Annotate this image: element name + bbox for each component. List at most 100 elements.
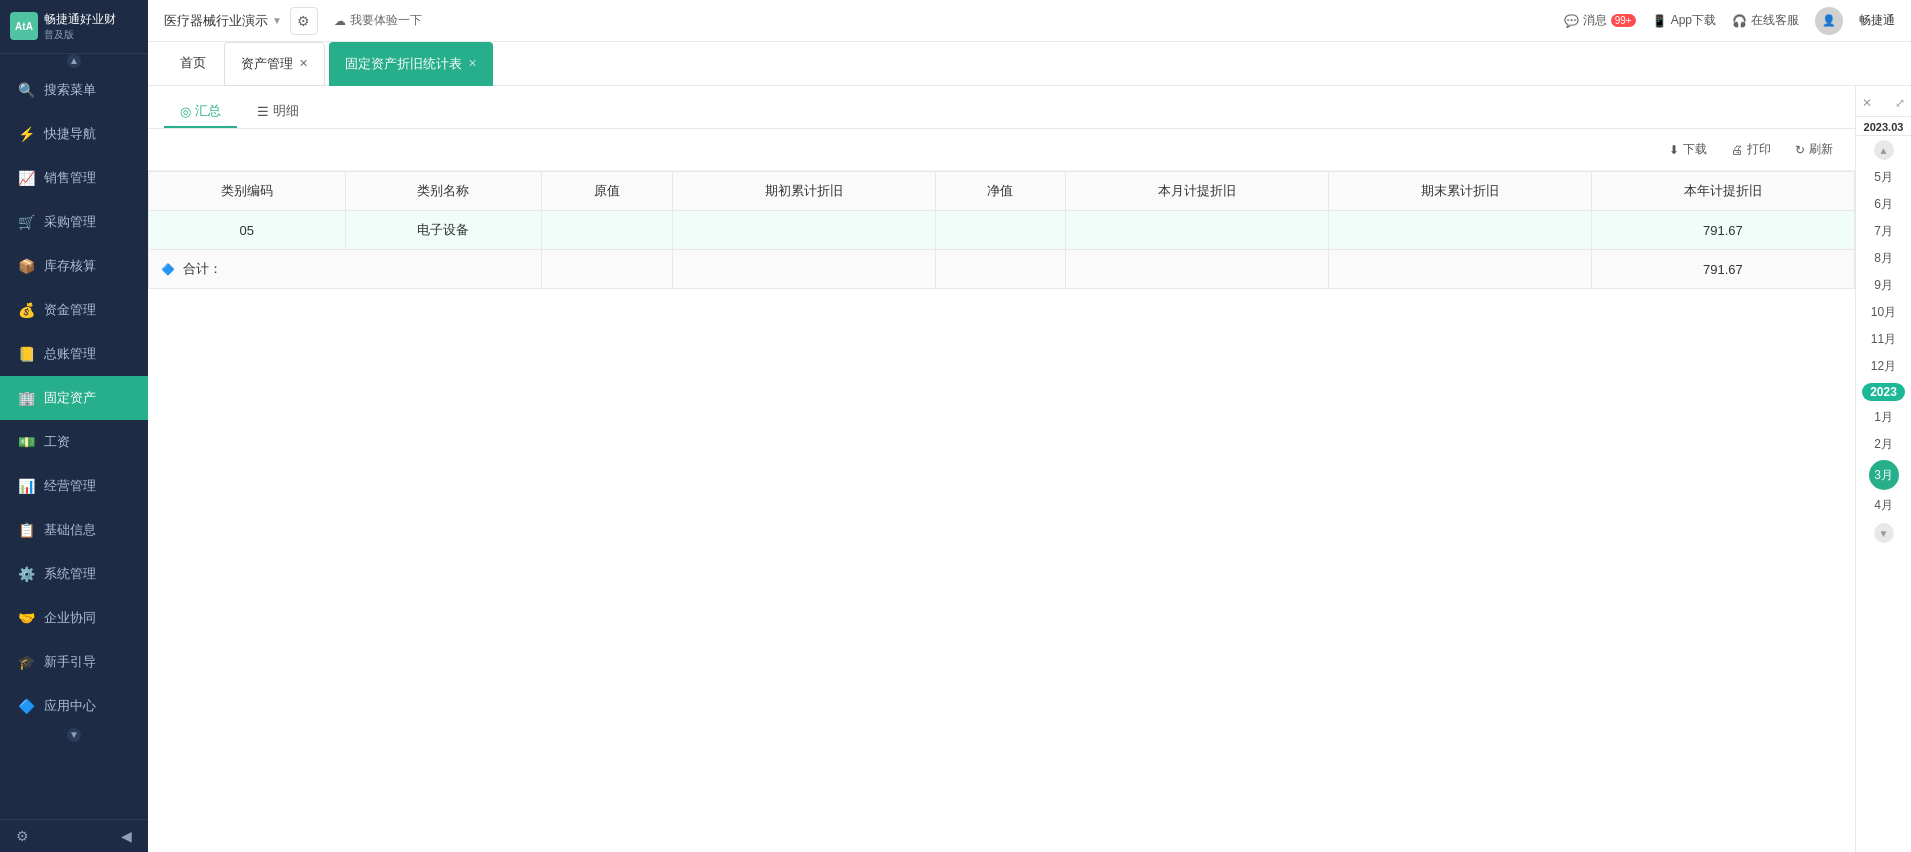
inventory-icon: 📦 (16, 256, 36, 276)
sidebar-logo: AtA 畅捷通好业财 普及版 (0, 0, 148, 54)
cell-name: 电子设备 (345, 211, 542, 250)
salary-icon: 💵 (16, 432, 36, 452)
month-item-12[interactable]: 12月 (1856, 353, 1911, 380)
sub-tab-detail[interactable]: ☰ 明细 (241, 96, 315, 128)
sidebar-item-search[interactable]: 🔍 搜索菜单 (0, 68, 148, 112)
download-label: 下载 (1683, 141, 1707, 158)
month-item-11[interactable]: 11月 (1856, 326, 1911, 353)
tab-close-asset[interactable]: ✕ (299, 57, 308, 70)
settings-footer-icon[interactable]: ⚙ (16, 828, 29, 844)
sidebar-item-inventory[interactable]: 📦 库存核算 (0, 244, 148, 288)
col-original: 原值 (542, 172, 672, 211)
quick-nav-icon: ⚡ (16, 124, 36, 144)
sidebar-item-fixed-assets[interactable]: 🏢 固定资产 (0, 376, 148, 420)
mobile-icon: 📱 (1652, 14, 1667, 28)
sub-tab-summary[interactable]: ◎ 汇总 (164, 96, 237, 128)
print-icon: 🖨 (1731, 143, 1743, 157)
sidebar-item-finance[interactable]: 💰 资金管理 (0, 288, 148, 332)
collapse-icon[interactable]: ◀ (121, 828, 132, 844)
tabs-bar: 首页 资产管理 ✕ 固定资产折旧统计表 ✕ (148, 42, 1911, 86)
month-item-3-active[interactable]: 3月 (1869, 460, 1899, 490)
tab-home-label: 首页 (180, 54, 206, 72)
month-item-7[interactable]: 7月 (1856, 218, 1911, 245)
app-download-btn[interactable]: 📱 App下载 (1652, 12, 1716, 29)
total-label-cell: 🔷 合计： (149, 250, 542, 289)
sidebar-item-label: 基础信息 (44, 521, 96, 539)
experience-btn[interactable]: ☁ 我要体验一下 (326, 8, 430, 33)
tab-fixed-asset-depreciation[interactable]: 固定资产折旧统计表 ✕ (329, 42, 493, 86)
sidebar-item-salary[interactable]: 💵 工资 (0, 420, 148, 464)
month-item-5[interactable]: 5月 (1856, 164, 1911, 191)
col-net-value: 净值 (935, 172, 1065, 211)
messages-btn[interactable]: 💬 消息 99+ (1564, 12, 1636, 29)
tab-asset-manage[interactable]: 资产管理 ✕ (224, 42, 325, 86)
topbar: 医疗器械行业演示 ▼ ⚙ ☁ 我要体验一下 💬 消息 99+ 📱 App下载 (148, 0, 1911, 42)
sidebar-item-enterprise[interactable]: 🤝 企业协同 (0, 596, 148, 640)
avatar: 👤 (1815, 7, 1843, 35)
sidebar-item-label: 新手引导 (44, 653, 96, 671)
sidebar-item-system[interactable]: ⚙️ 系统管理 (0, 552, 148, 596)
month-item-8[interactable]: 8月 (1856, 245, 1911, 272)
sidebar-item-label: 应用中心 (44, 697, 96, 715)
cell-net-value (935, 211, 1065, 250)
month-scroll-up[interactable]: ▲ (1874, 140, 1894, 160)
right-panel-header: ✕ ⤢ (1856, 90, 1911, 117)
month-item-1[interactable]: 1月 (1856, 404, 1911, 431)
tab-asset-manage-label: 资产管理 (241, 55, 293, 73)
guide-icon: 🎓 (16, 652, 36, 672)
month-item-10[interactable]: 10月 (1856, 299, 1911, 326)
sidebar-item-ledger[interactable]: 📒 总账管理 (0, 332, 148, 376)
topbar-settings-btn[interactable]: ⚙ (290, 7, 318, 35)
refresh-label: 刷新 (1809, 141, 1833, 158)
panel-expand-btn[interactable]: ⤢ (1893, 94, 1907, 112)
cell-original (542, 211, 672, 250)
tab-home[interactable]: 首页 (164, 42, 222, 86)
sidebar-item-sales[interactable]: 📈 销售管理 (0, 156, 148, 200)
sidebar-item-guide[interactable]: 🎓 新手引导 (0, 640, 148, 684)
total-end-dep (1328, 250, 1591, 289)
month-item-9[interactable]: 9月 (1856, 272, 1911, 299)
sidebar-item-quick-nav[interactable]: ⚡ 快捷导航 (0, 112, 148, 156)
right-panel: ✕ ⤢ 2023.03 ▲ 5月 6月 7月 8月 9月 10月 11月 12月… (1855, 86, 1911, 852)
tab-close-depreciation[interactable]: ✕ (468, 57, 477, 70)
content-main: ◎ 汇总 ☰ 明细 ⬇ 下载 🖨 打印 ↻ (148, 86, 1855, 852)
company-selector[interactable]: 医疗器械行业演示 ▼ (164, 12, 282, 30)
username[interactable]: 畅捷通 (1859, 12, 1895, 29)
logo-sub: 普及版 (44, 28, 116, 41)
sidebar-item-basic-info[interactable]: 📋 基础信息 (0, 508, 148, 552)
month-item-6[interactable]: 6月 (1856, 191, 1911, 218)
summary-tab-label: 汇总 (195, 102, 221, 120)
sidebar-item-purchase[interactable]: 🛒 采购管理 (0, 200, 148, 244)
col-name: 类别名称 (345, 172, 542, 211)
month-scroll-down[interactable]: ▼ (1874, 523, 1894, 543)
experience-label: 我要体验一下 (350, 12, 422, 29)
sidebar-item-label: 搜索菜单 (44, 81, 96, 99)
company-dropdown-arrow: ▼ (272, 15, 282, 26)
company-name: 医疗器械行业演示 (164, 12, 268, 30)
print-btn[interactable]: 🖨 打印 (1725, 137, 1777, 162)
cell-monthly-dep (1065, 211, 1328, 250)
refresh-btn[interactable]: ↻ 刷新 (1789, 137, 1839, 162)
download-btn[interactable]: ⬇ 下载 (1663, 137, 1713, 162)
customer-service-label: 在线客服 (1751, 12, 1799, 29)
cell-initial-dep (672, 211, 935, 250)
scroll-up-btn[interactable]: ▲ (67, 54, 81, 68)
customer-service-btn[interactable]: 🎧 在线客服 (1732, 12, 1799, 29)
sidebar-item-app-center[interactable]: 🔷 应用中心 (0, 684, 148, 728)
total-label: 合计： (183, 261, 222, 276)
sidebar-item-label: 工资 (44, 433, 70, 451)
col-monthly-depreciation: 本月计提折旧 (1065, 172, 1328, 211)
panel-close-btn[interactable]: ✕ (1860, 94, 1874, 112)
scroll-down-btn[interactable]: ▼ (67, 728, 81, 742)
sidebar-item-label: 固定资产 (44, 389, 96, 407)
detail-tab-icon: ☰ (257, 104, 269, 119)
sidebar-item-operations[interactable]: 📊 经营管理 (0, 464, 148, 508)
sidebar-footer: ⚙ ◀ (0, 819, 148, 852)
sidebar-item-label: 系统管理 (44, 565, 96, 583)
app-download-label: App下载 (1671, 12, 1716, 29)
cell-code: 05 (149, 211, 346, 250)
print-label: 打印 (1747, 141, 1771, 158)
month-item-2[interactable]: 2月 (1856, 431, 1911, 458)
year-2023-label: 2023 (1862, 383, 1905, 401)
month-item-4[interactable]: 4月 (1856, 492, 1911, 519)
